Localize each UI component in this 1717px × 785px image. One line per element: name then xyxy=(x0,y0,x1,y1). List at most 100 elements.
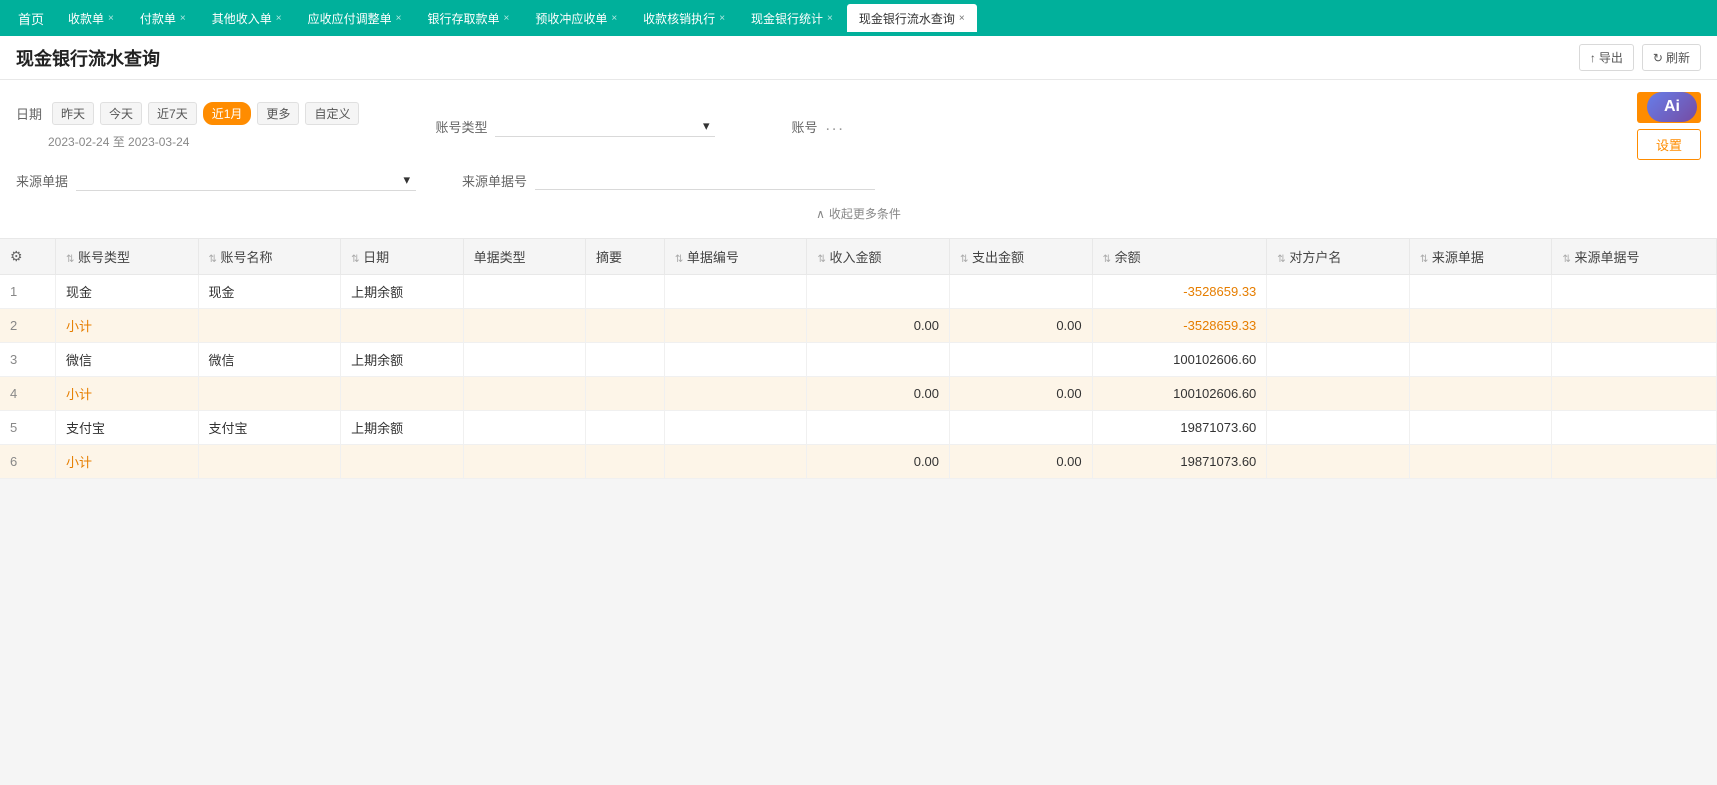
data-table: ⚙ ⇅ 账号类型 ⇅ 账号名称 ⇅ 日期 单据类型 摘要 ⇅ 单据编号 ⇅ 收入… xyxy=(0,239,1717,479)
col-counterpart[interactable]: ⇅ 对方户名 xyxy=(1267,239,1410,275)
filter-area: 日期 昨天 今天 近7天 近1月 更多 自定义 2023-02-24 至 202… xyxy=(0,80,1717,239)
nav-tab-1[interactable]: 付款单 × xyxy=(128,4,198,32)
row-number: 2 xyxy=(0,309,55,343)
cell-source-doc-no xyxy=(1552,411,1717,445)
cell-doc-no xyxy=(664,275,807,309)
source-doc-select[interactable]: ▾ xyxy=(76,170,416,191)
table-header: ⚙ ⇅ 账号类型 ⇅ 账号名称 ⇅ 日期 单据类型 摘要 ⇅ 单据编号 ⇅ 收入… xyxy=(0,239,1717,275)
cell-account-name xyxy=(198,445,341,479)
date-btn-1month[interactable]: 近1月 xyxy=(203,102,252,125)
col-account-type[interactable]: ⇅ 账号类型 xyxy=(55,239,198,275)
cell-date: 上期余额 xyxy=(341,411,463,445)
cell-doc-no xyxy=(664,343,807,377)
account-type-label: 账号类型 xyxy=(435,117,487,136)
refresh-button[interactable]: ↻ 刷新 xyxy=(1642,44,1701,71)
close-icon[interactable]: × xyxy=(180,13,186,24)
export-button[interactable]: ↑ 导出 xyxy=(1579,44,1634,71)
date-btn-more[interactable]: 更多 xyxy=(257,102,299,125)
cell-account-name xyxy=(198,309,341,343)
nav-tab-2[interactable]: 其他收入单 × xyxy=(200,4,294,32)
nav-tab-3[interactable]: 应收应付调整单 × xyxy=(296,4,414,32)
cell-account-type: 小计 xyxy=(55,377,198,411)
cell-balance: 100102606.60 xyxy=(1092,343,1267,377)
nav-tab-6[interactable]: 收款核销执行 × xyxy=(631,4,737,32)
cell-source-doc-no xyxy=(1552,377,1717,411)
row-number: 4 xyxy=(0,377,55,411)
cell-income: 0.00 xyxy=(807,309,950,343)
cell-account-name: 现金 xyxy=(198,275,341,309)
close-icon[interactable]: × xyxy=(108,13,114,24)
close-icon[interactable]: × xyxy=(611,13,617,24)
col-doc-no[interactable]: ⇅ 单据编号 xyxy=(664,239,807,275)
cell-doc-type xyxy=(463,275,585,309)
close-icon[interactable]: × xyxy=(827,13,833,24)
cell-account-name: 支付宝 xyxy=(198,411,341,445)
date-buttons: 昨天 今天 近7天 近1月 更多 自定义 xyxy=(52,102,359,125)
account-type-select[interactable]: ▾ xyxy=(495,116,715,137)
date-range: 2023-02-24 至 2023-03-24 xyxy=(48,133,359,150)
nav-tab-4[interactable]: 银行存取款单 × xyxy=(415,4,521,32)
col-date[interactable]: ⇅ 日期 xyxy=(341,239,463,275)
chevron-down-icon: ▾ xyxy=(703,118,710,134)
cell-doc-type xyxy=(463,411,585,445)
row-number: 5 xyxy=(0,411,55,445)
nav-tab-7[interactable]: 现金银行统计 × xyxy=(739,4,845,32)
close-icon[interactable]: × xyxy=(503,13,509,24)
cell-expense: 0.00 xyxy=(950,445,1093,479)
nav-tab-8[interactable]: 现金银行流水查询 × xyxy=(847,4,977,32)
cell-account-type: 小计 xyxy=(55,445,198,479)
filter-row-2: 来源单据 ▾ 来源单据号 xyxy=(16,170,1701,191)
cell-counterpart xyxy=(1267,445,1410,479)
close-icon[interactable]: × xyxy=(719,13,725,24)
cell-income xyxy=(807,343,950,377)
cell-balance: 19871073.60 xyxy=(1092,411,1267,445)
date-btn-7days[interactable]: 近7天 xyxy=(148,102,197,125)
table-row: 1现金现金上期余额-3528659.33 xyxy=(0,275,1717,309)
ai-badge[interactable]: Ai xyxy=(1647,92,1697,122)
close-icon[interactable]: × xyxy=(276,13,282,24)
cell-income xyxy=(807,411,950,445)
col-income[interactable]: ⇅ 收入金额 xyxy=(807,239,950,275)
cell-doc-type xyxy=(463,343,585,377)
cell-expense xyxy=(950,343,1093,377)
cell-doc-no xyxy=(664,411,807,445)
col-source-doc[interactable]: ⇅ 来源单据 xyxy=(1409,239,1552,275)
nav-tab-0[interactable]: 收款单 × xyxy=(56,4,126,32)
date-btn-custom[interactable]: 自定义 xyxy=(305,102,359,125)
cell-source-doc xyxy=(1409,309,1552,343)
cell-counterpart xyxy=(1267,343,1410,377)
collapse-button[interactable]: ∧ 收起更多条件 xyxy=(16,201,1701,226)
close-icon[interactable]: × xyxy=(959,13,965,24)
cell-account-type: 现金 xyxy=(55,275,198,309)
col-account-name[interactable]: ⇅ 账号名称 xyxy=(198,239,341,275)
cell-summary xyxy=(586,445,665,479)
close-icon[interactable]: × xyxy=(396,13,402,24)
table-row: 2小计0.000.00-3528659.33 xyxy=(0,309,1717,343)
date-btn-today[interactable]: 今天 xyxy=(100,102,142,125)
account-more-icon[interactable]: ... xyxy=(825,117,844,135)
cell-summary xyxy=(586,411,665,445)
cell-expense xyxy=(950,275,1093,309)
col-summary: 摘要 xyxy=(586,239,665,275)
account-label: 账号 xyxy=(791,117,817,136)
cell-source-doc xyxy=(1409,343,1552,377)
source-doc-no-input[interactable] xyxy=(535,171,875,190)
top-navigation: 首页 收款单 × 付款单 × 其他收入单 × 应收应付调整单 × 银行存取款单 … xyxy=(0,0,1717,36)
page-title: 现金银行流水查询 xyxy=(16,45,160,71)
col-balance[interactable]: ⇅ 余额 xyxy=(1092,239,1267,275)
settings-icon[interactable]: ⚙ xyxy=(10,248,23,264)
cell-source-doc-no xyxy=(1552,275,1717,309)
cell-expense: 0.00 xyxy=(950,377,1093,411)
nav-tab-5[interactable]: 预收冲应收单 × xyxy=(523,4,629,32)
col-source-doc-no[interactable]: ⇅ 来源单据号 xyxy=(1552,239,1717,275)
cell-summary xyxy=(586,343,665,377)
col-gear[interactable]: ⚙ xyxy=(0,239,55,275)
cell-summary xyxy=(586,309,665,343)
cell-doc-type xyxy=(463,377,585,411)
settings-button[interactable]: 设置 xyxy=(1637,129,1701,160)
page-header: 现金银行流水查询 ↑ 导出 ↻ 刷新 xyxy=(0,36,1717,80)
cell-source-doc xyxy=(1409,377,1552,411)
col-expense[interactable]: ⇅ 支出金额 xyxy=(950,239,1093,275)
date-btn-yesterday[interactable]: 昨天 xyxy=(52,102,94,125)
nav-home[interactable]: 首页 xyxy=(8,9,54,28)
